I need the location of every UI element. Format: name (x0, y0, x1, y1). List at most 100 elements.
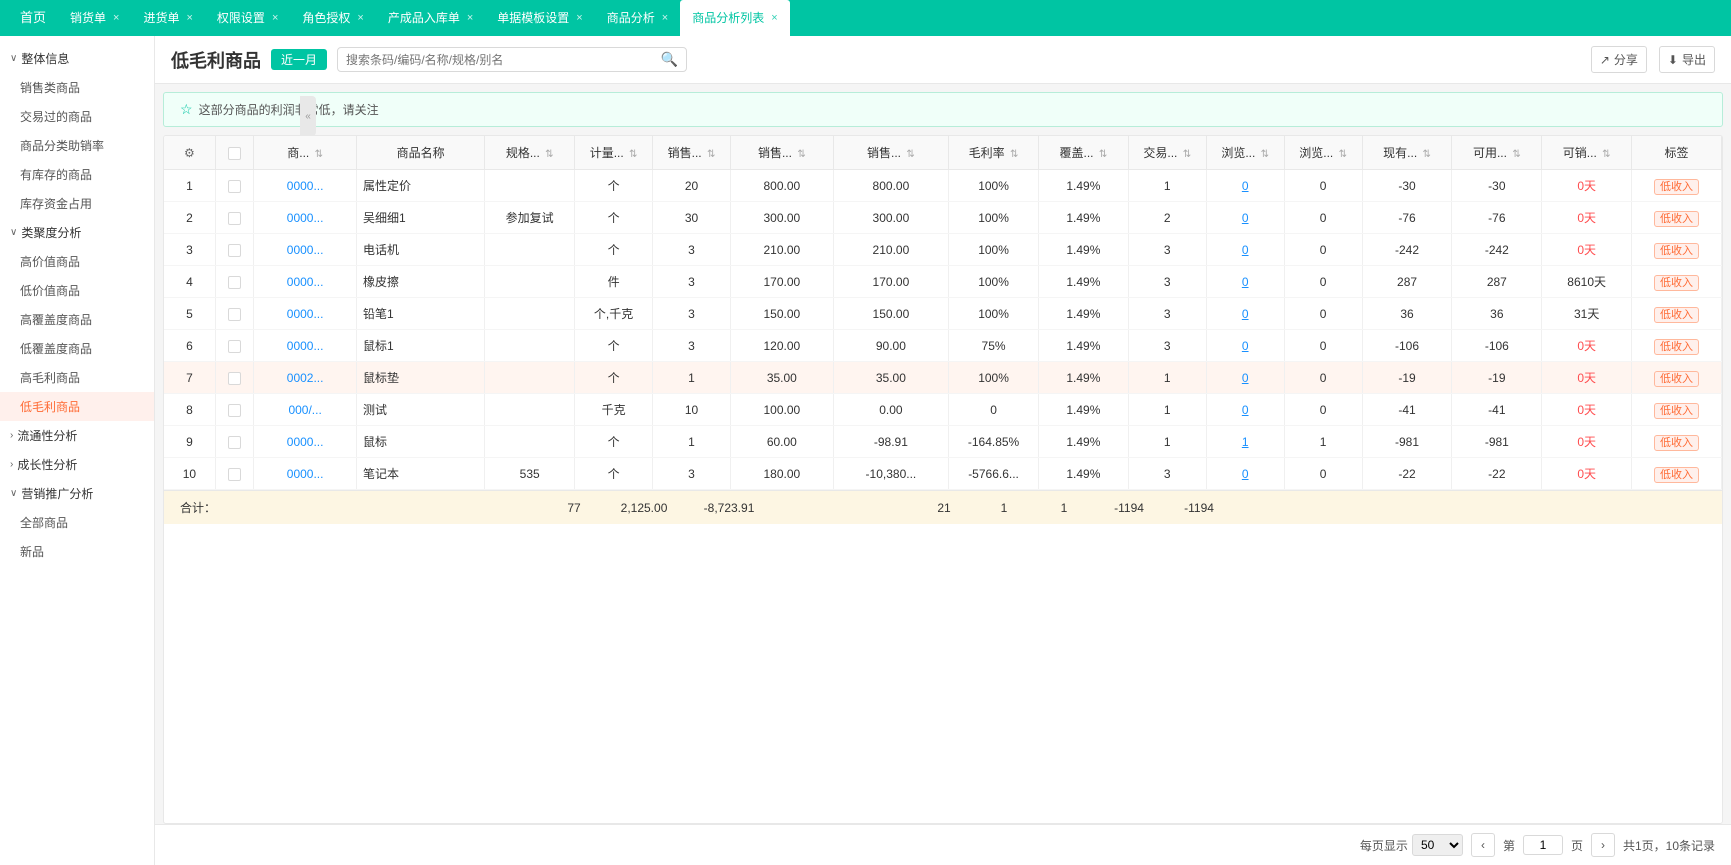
row-tag-6: 低收入 (1632, 330, 1722, 362)
notice-bar: ☆ 这部分商品的利润非常低，请关注 (163, 92, 1723, 127)
row-coverage-7: 1.49% (1038, 362, 1128, 394)
nav-home[interactable]: 首页 (8, 0, 58, 36)
sidebar-item-inventory-capital[interactable]: 库存资金占用 (0, 189, 154, 218)
footer-sales-amount: 2,125.00 (604, 501, 684, 515)
sidebar-group-liquidity[interactable]: › 流通性分析 (0, 421, 154, 450)
sidebar-item-category-rate[interactable]: 商品分类助销率 (0, 131, 154, 160)
sidebar-group-overall[interactable]: ∨ 整体信息 (0, 44, 154, 73)
col-header-current[interactable]: 现有... ⇅ (1362, 136, 1452, 170)
nav-sales[interactable]: 销货单 × (58, 0, 131, 36)
sidebar-item-high-profit[interactable]: 高毛利商品 (0, 363, 154, 392)
col-header-trades[interactable]: 交易... ⇅ (1128, 136, 1206, 170)
export-button[interactable]: ⬇ 导出 (1659, 46, 1715, 73)
row-name-6: 鼠标1 (356, 330, 484, 362)
sidebar-group-liquidity-arrow: › (10, 430, 13, 441)
select-all-checkbox[interactable] (228, 147, 241, 160)
date-tag[interactable]: 近一月 (271, 49, 327, 70)
nav-permissions[interactable]: 权限设置 × (205, 0, 290, 36)
col-header-sales-qty[interactable]: 销售... ⇅ (653, 136, 731, 170)
nav-product-analysis-close[interactable]: × (662, 0, 668, 36)
col-header-code[interactable]: 商... ⇅ (254, 136, 357, 170)
row-checkbox-10[interactable] (228, 468, 241, 481)
sidebar-group-cluster[interactable]: ∨ 类聚度分析 (0, 218, 154, 247)
col-header-sales-amount[interactable]: 销售... ⇅ (731, 136, 834, 170)
row-coverage-8: 1.49% (1038, 394, 1128, 426)
nav-purchase-close[interactable]: × (186, 0, 192, 36)
row-check-6 (215, 330, 253, 362)
settings-icon[interactable]: ⚙ (170, 146, 209, 160)
sort-sales-profit-icon: ⇅ (906, 149, 914, 160)
row-checkbox-5[interactable] (228, 308, 241, 321)
sidebar-group-growth[interactable]: › 成长性分析 (0, 450, 154, 479)
row-checkbox-4[interactable] (228, 276, 241, 289)
row-checkbox-1[interactable] (228, 180, 241, 193)
col-header-coverage[interactable]: 覆盖... ⇅ (1038, 136, 1128, 170)
row-code-10: 0000... (254, 458, 357, 490)
next-page-button[interactable]: › (1591, 833, 1615, 857)
col-header-sales-profit[interactable]: 销售... ⇅ (833, 136, 948, 170)
row-browse1-5: 0 (1206, 298, 1284, 330)
nav-role-auth-close[interactable]: × (357, 0, 363, 36)
row-tag-5: 低收入 (1632, 298, 1722, 330)
col-header-profit-rate[interactable]: 毛利率 ⇅ (949, 136, 1039, 170)
sidebar-item-sales-goods[interactable]: 销售类商品 (0, 73, 154, 102)
row-coverage-1: 1.49% (1038, 170, 1128, 202)
row-sales-amount-9: 60.00 (731, 426, 834, 458)
search-icon[interactable]: 🔍 (661, 51, 678, 68)
per-page-dropdown[interactable]: 50 100 200 (1412, 834, 1463, 856)
notice-text: 这部分商品的利润非常低，请关注 (199, 101, 379, 118)
sidebar-item-high-value[interactable]: 高价值商品 (0, 247, 154, 276)
col-header-available[interactable]: 可用... ⇅ (1452, 136, 1542, 170)
sidebar-group-marketing[interactable]: ∨ 营销推广分析 (0, 479, 154, 508)
col-header-browse2[interactable]: 浏览... ⇅ (1284, 136, 1362, 170)
sidebar-item-traded-goods[interactable]: 交易过的商品 (0, 102, 154, 131)
row-code-9: 0000... (254, 426, 357, 458)
row-coverage-9: 1.49% (1038, 426, 1128, 458)
nav-product-analysis-list-close[interactable]: × (771, 0, 777, 36)
row-checkbox-8[interactable] (228, 404, 241, 417)
row-code-3: 0000... (254, 234, 357, 266)
row-checkbox-7[interactable] (228, 372, 241, 385)
col-header-spec[interactable]: 规格... ⇅ (485, 136, 575, 170)
nav-permissions-close[interactable]: × (272, 0, 278, 36)
col-header-browse1[interactable]: 浏览... ⇅ (1206, 136, 1284, 170)
row-checkbox-9[interactable] (228, 436, 241, 449)
sidebar-item-low-coverage[interactable]: 低覆盖度商品 (0, 334, 154, 363)
nav-product-analysis[interactable]: 商品分析 × (595, 0, 680, 36)
nav-product-in[interactable]: 产成品入库单 × (376, 0, 485, 36)
sidebar-item-high-coverage[interactable]: 高覆盖度商品 (0, 305, 154, 334)
row-checkbox-2[interactable] (228, 212, 241, 225)
search-input[interactable] (346, 53, 661, 67)
footer-browse2: 1 (1034, 501, 1094, 515)
row-sales-qty-1: 20 (653, 170, 731, 202)
row-checkbox-6[interactable] (228, 340, 241, 353)
sidebar-item-all-products[interactable]: 全部商品 (0, 508, 154, 537)
nav-product-analysis-list[interactable]: 商品分析列表 × (680, 0, 789, 36)
nav-role-auth[interactable]: 角色授权 × (290, 0, 375, 36)
sidebar-item-new-products[interactable]: 新品 (0, 537, 154, 566)
sort-sales-qty-icon: ⇅ (707, 149, 715, 160)
search-box: 🔍 (337, 47, 687, 72)
nav-product-in-close[interactable]: × (467, 0, 473, 36)
page-input[interactable] (1523, 835, 1563, 855)
share-button[interactable]: ↗ 分享 (1591, 46, 1647, 73)
row-unit-7: 个 (575, 362, 653, 394)
nav-template-close[interactable]: × (576, 0, 582, 36)
row-browse1-9: 1 (1206, 426, 1284, 458)
sidebar-item-low-profit[interactable]: 低毛利商品 (0, 392, 154, 421)
sidebar-collapse-button[interactable]: « (300, 96, 316, 136)
row-sales-amount-4: 170.00 (731, 266, 834, 298)
col-header-unit[interactable]: 计量... ⇅ (575, 136, 653, 170)
col-header-saleable[interactable]: 可销... ⇅ (1542, 136, 1632, 170)
nav-sales-close[interactable]: × (113, 0, 119, 36)
pagination-total-info: 共1页，10条记录 (1623, 837, 1715, 854)
sidebar-item-in-stock-goods[interactable]: 有库存的商品 (0, 160, 154, 189)
sidebar-item-low-value[interactable]: 低价值商品 (0, 276, 154, 305)
sidebar-group-overall-label: 整体信息 (21, 50, 69, 67)
nav-template[interactable]: 单据模板设置 × (485, 0, 594, 36)
prev-page-button[interactable]: ‹ (1471, 833, 1495, 857)
row-checkbox-3[interactable] (228, 244, 241, 257)
row-trades-4: 3 (1128, 266, 1206, 298)
row-saleable-10: 0天 (1542, 458, 1632, 490)
nav-purchase[interactable]: 进货单 × (131, 0, 204, 36)
